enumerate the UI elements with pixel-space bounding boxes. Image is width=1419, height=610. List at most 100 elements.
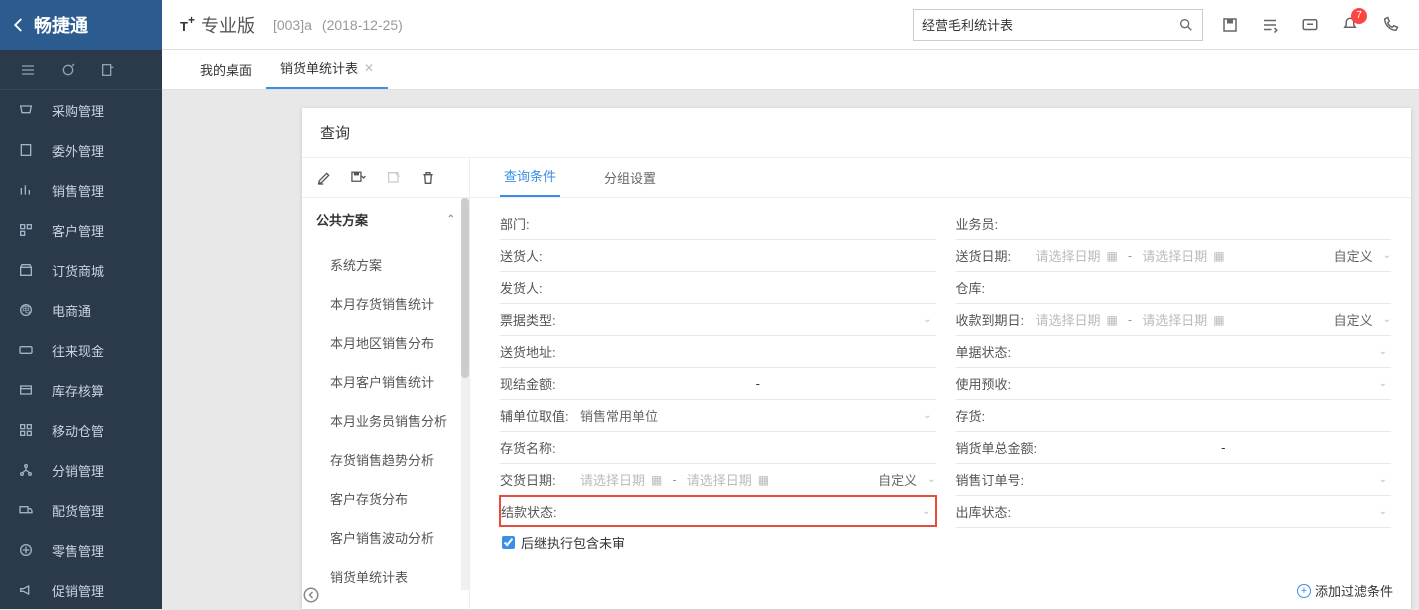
field-salesman[interactable]: 业务员: — [956, 208, 1392, 240]
scheme-item[interactable]: 客户销售波动分析 — [302, 518, 469, 557]
sidebar-item-ecommerce[interactable]: 电电商通 — [0, 290, 162, 330]
message-icon[interactable] — [1301, 16, 1319, 34]
sidebar-item-outsource[interactable]: 委外管理 — [0, 130, 162, 170]
add-filter-button[interactable]: +添加过滤条件 — [1297, 581, 1393, 600]
sidebar-item-purchase[interactable]: 采购管理 — [0, 90, 162, 130]
delete-icon[interactable] — [420, 170, 436, 186]
sidebar-item-label: 配货管理 — [52, 501, 104, 520]
field-warehouse[interactable]: 仓库: — [956, 272, 1392, 304]
calendar-icon[interactable]: ▦ — [758, 473, 769, 487]
scheme-item[interactable]: 存货销售趋势分析 — [302, 440, 469, 479]
sidebar-item-label: 采购管理 — [52, 101, 104, 120]
sidebar-item-distribution[interactable]: 分销管理 — [0, 450, 162, 490]
back-arrow-icon — [10, 16, 28, 34]
chevron-down-icon: ⌄ — [923, 314, 931, 325]
calendar-icon[interactable]: ▦ — [651, 473, 662, 487]
field-stock-name[interactable]: 存货名称: — [500, 432, 936, 464]
target-icon[interactable] — [60, 62, 76, 78]
save-icon[interactable] — [1221, 16, 1239, 34]
calendar-icon[interactable]: ▦ — [1107, 313, 1118, 327]
field-deliver-addr[interactable]: 送货地址: — [500, 336, 936, 368]
retail-icon — [18, 542, 42, 558]
close-icon[interactable]: ✕ — [364, 61, 374, 75]
sidebar-item-retail[interactable]: 零售管理 — [0, 530, 162, 570]
tab-group-settings[interactable]: 分组设置 — [600, 158, 660, 197]
sidebar-item-label: 销售管理 — [52, 181, 104, 200]
sidebar-item-label: 客户管理 — [52, 221, 104, 240]
field-receive-due[interactable]: 收款到期日:请选择日期▦-请选择日期▦自定义⌄ — [956, 304, 1392, 336]
sidebar-item-sales[interactable]: 销售管理 — [0, 170, 162, 210]
edit-icon[interactable] — [316, 170, 332, 186]
scheme-item[interactable]: 客户存货分布 — [302, 479, 469, 518]
scheme-scrollbar[interactable] — [461, 198, 469, 590]
field-cash-amount[interactable]: 现结金额:- — [500, 368, 936, 400]
checkbox-input[interactable] — [502, 536, 515, 549]
edition-label: 专业版 — [201, 12, 255, 38]
scheme-item[interactable]: 本月业务员销售分析 — [302, 401, 469, 440]
tab-desktop[interactable]: 我的桌面 — [186, 50, 266, 89]
field-bill-status[interactable]: 单据状态:⌄ — [956, 336, 1392, 368]
brand-logo[interactable]: 畅捷通 — [0, 0, 162, 50]
list-icon[interactable] — [1261, 16, 1279, 34]
scrollbar-thumb[interactable] — [461, 198, 469, 378]
shop-icon — [18, 262, 42, 278]
sidebar-item-mobile-wh[interactable]: 移动仓管 — [0, 410, 162, 450]
scheme-item[interactable]: 本月客户销售统计 — [302, 362, 469, 401]
field-settle-status[interactable]: 结款状态:⌄ — [499, 495, 937, 527]
sidebar-item-allocation[interactable]: 配货管理 — [0, 490, 162, 530]
export-icon[interactable] — [100, 62, 116, 78]
sidebar-item-label: 委外管理 — [52, 141, 104, 160]
sidebar-item-mall[interactable]: 订货商城 — [0, 250, 162, 290]
field-out-status[interactable]: 出库状态:⌄ — [956, 496, 1392, 528]
cart-icon — [18, 102, 42, 118]
field-aux-unit[interactable]: 辅单位取值:销售常用单位⌄ — [500, 400, 936, 432]
sidebar-item-label: 移动仓管 — [52, 421, 104, 440]
phone-icon[interactable] — [1381, 16, 1399, 34]
checkbox-include-unaudited[interactable]: 后继执行包含未审 — [500, 526, 936, 558]
calendar-icon[interactable]: ▦ — [1213, 249, 1224, 263]
menu-icon[interactable] — [20, 62, 36, 78]
field-shipper[interactable]: 发货人: — [500, 272, 936, 304]
calendar-icon[interactable]: ▦ — [1213, 313, 1224, 327]
field-deliver-date[interactable]: 交货日期:请选择日期▦-请选择日期▦自定义⌄ — [500, 464, 936, 496]
notification-badge: 7 — [1351, 8, 1367, 24]
sidebar-item-inventory[interactable]: 库存核算 — [0, 370, 162, 410]
field-deliverer[interactable]: 送货人: — [500, 240, 936, 272]
scheme-item[interactable]: 系统方案 — [302, 245, 469, 284]
org-label: [003]a — [273, 17, 312, 33]
cash-icon — [18, 342, 42, 358]
bell-icon[interactable]: 7 — [1341, 16, 1359, 34]
scheme-header[interactable]: 公共方案⌃ — [302, 198, 469, 241]
sidebar-item-label: 零售管理 — [52, 541, 104, 560]
field-deliver-date-r[interactable]: 送货日期:请选择日期▦-请选择日期▦自定义⌄ — [956, 240, 1392, 272]
sidebar-item-customer[interactable]: 客户管理 — [0, 210, 162, 250]
share-icon — [386, 170, 402, 186]
chevron-down-icon: ⌄ — [1379, 474, 1387, 485]
grid-icon — [18, 222, 42, 238]
scheme-item[interactable]: 本月存货销售统计 — [302, 284, 469, 323]
save-dropdown-icon[interactable] — [350, 170, 368, 186]
global-search[interactable] — [913, 9, 1203, 41]
tab-label: 销货单统计表 — [280, 58, 358, 77]
field-use-prepay[interactable]: 使用预收:⌄ — [956, 368, 1392, 400]
collapse-icon[interactable] — [302, 586, 469, 604]
field-department[interactable]: 部门: — [500, 208, 936, 240]
sidebar-item-promotion[interactable]: 促销管理 — [0, 570, 162, 610]
scheme-item[interactable]: 本月地区销售分布 — [302, 323, 469, 362]
chevron-down-icon: ⌄ — [923, 410, 931, 421]
calendar-icon[interactable]: ▦ — [1107, 249, 1118, 263]
tab-query-conditions[interactable]: 查询条件 — [500, 156, 560, 197]
tab-sales-report[interactable]: 销货单统计表 ✕ — [266, 48, 388, 89]
inventory-icon — [18, 382, 42, 398]
field-bill-type[interactable]: 票据类型:⌄ — [500, 304, 936, 336]
search-icon[interactable] — [1178, 17, 1194, 33]
field-sale-order-no[interactable]: 销售订单号:⌄ — [956, 464, 1392, 496]
tree-icon — [18, 462, 42, 478]
field-stock[interactable]: 存货: — [956, 400, 1392, 432]
sidebar-item-label: 电商通 — [52, 301, 91, 320]
sidebar-item-cash[interactable]: 往来现金 — [0, 330, 162, 370]
chevron-down-icon: ⌄ — [1379, 378, 1387, 389]
search-input[interactable] — [922, 17, 1178, 32]
field-order-total[interactable]: 销货单总金额:- — [956, 432, 1392, 464]
workspace-tabs: 我的桌面 销货单统计表 ✕ — [162, 50, 1419, 90]
